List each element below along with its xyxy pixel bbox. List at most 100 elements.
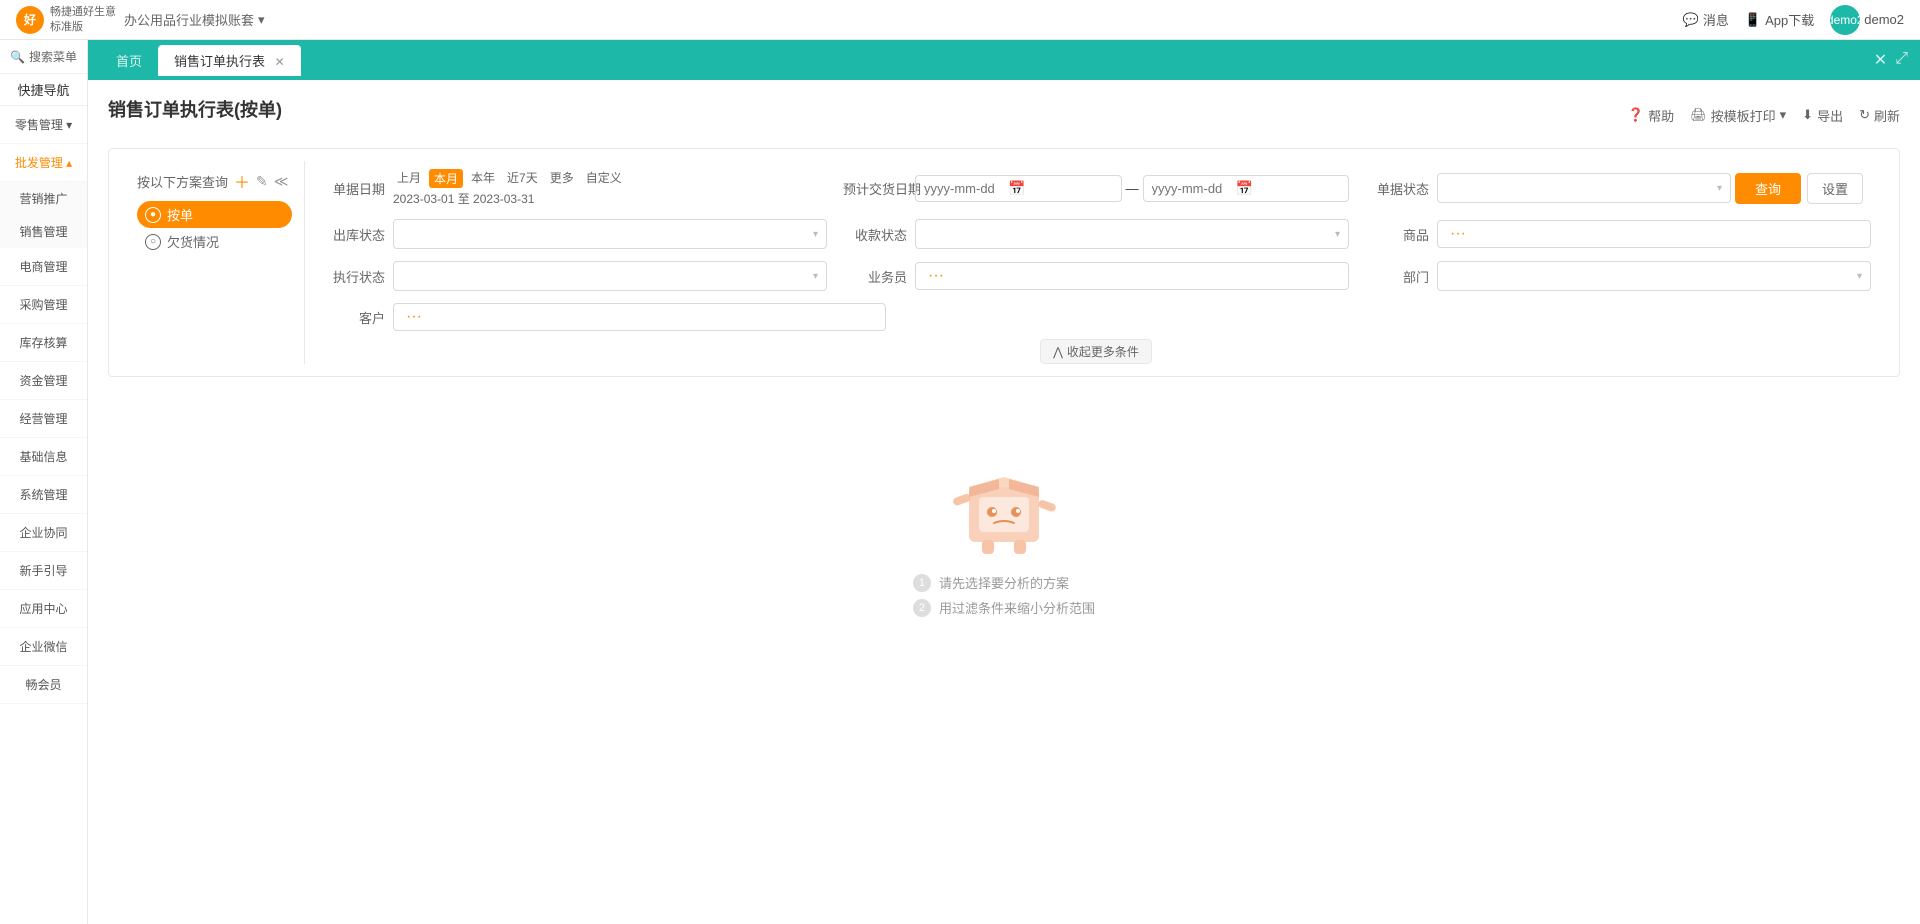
date-start-input[interactable]	[924, 181, 1004, 196]
user-avatar[interactable]: demo2 demo2	[1830, 5, 1904, 35]
collapse-button[interactable]: ⋀ 收起更多条件	[1040, 339, 1152, 364]
sidebar-item-appstore[interactable]: 应用中心	[0, 590, 87, 628]
sidebar-submenu-wholesale: 营销推广 销售管理	[0, 182, 87, 248]
export-button[interactable]: ⬇ 导出	[1802, 106, 1843, 125]
search-icon: 🔍	[10, 50, 25, 64]
filter-row-4: 客户 ···	[321, 303, 1871, 331]
query-button[interactable]: 查询	[1735, 173, 1801, 204]
department-arrow: ▾	[1857, 271, 1862, 282]
calendar-start-icon[interactable]: 📅	[1008, 180, 1025, 197]
receipt-status-label: 收款状态	[843, 225, 915, 244]
empty-hint-2: 2 用过滤条件来缩小分析范围	[913, 598, 1095, 617]
goods-tag-input[interactable]: ···	[1437, 220, 1871, 248]
tab-expand-button[interactable]: ⤢	[1895, 50, 1908, 70]
salesperson-label: 业务员	[843, 267, 915, 286]
query-setting-btns: 查询 设置	[1735, 173, 1863, 204]
goods-dots-icon[interactable]: ···	[1450, 225, 1466, 243]
sidebar-item-guide[interactable]: 新手引导	[0, 552, 87, 590]
out-status-field: 出库状态 ▾	[321, 219, 827, 249]
department-select[interactable]: ▾	[1437, 261, 1871, 291]
doc-status-select[interactable]: ▾	[1437, 173, 1731, 203]
date-btn-last-month[interactable]: 上月	[393, 169, 425, 188]
hint-num-1: 1	[913, 574, 931, 592]
sidebar: 🔍 搜索菜单 快捷导航 零售管理 ▾ 批发管理 ▴ 营销推广 销售管理	[0, 40, 88, 924]
hint-num-2: 2	[913, 599, 931, 617]
refresh-button[interactable]: ↻ 刷新	[1859, 106, 1900, 125]
doc-status-control: ▾ 查询 设置	[1437, 173, 1871, 204]
out-status-control: ▾	[393, 219, 827, 249]
print-icon: 🖨	[1690, 107, 1707, 123]
sidebar-item-retail[interactable]: 零售管理 ▾	[0, 106, 87, 144]
expected-date-field: 预计交货日期 📅 —	[843, 169, 1349, 207]
date-btn-more[interactable]: 更多	[546, 169, 578, 188]
plan-item-debt[interactable]: ○ 欠货情况	[137, 228, 292, 255]
customer-tag-input[interactable]: ···	[393, 303, 886, 331]
expected-date-label: 预计交货日期	[843, 179, 915, 198]
top-bar-right: 💬 消息 📱 App下载 demo2 demo2	[1683, 5, 1904, 35]
out-status-select[interactable]: ▾	[393, 219, 827, 249]
search-menu-button[interactable]: 🔍 搜索菜单	[8, 48, 79, 65]
salesperson-field: 业务员 ···	[843, 261, 1349, 291]
app-logo: 好	[16, 6, 44, 34]
calendar-end-icon[interactable]: 📅	[1236, 180, 1253, 197]
message-button[interactable]: 💬 消息	[1683, 10, 1729, 29]
date-btn-custom[interactable]: 自定义	[582, 169, 626, 188]
receipt-status-select[interactable]: ▾	[915, 219, 1349, 249]
help-icon: ❓	[1628, 107, 1644, 123]
sidebar-item-operations[interactable]: 经营管理	[0, 400, 87, 438]
tab-close-all-button[interactable]: ✕	[1874, 50, 1887, 70]
filter-row-1: 单据日期 上月 本月 本年 近7天 更多 自定义	[321, 169, 1871, 207]
plan-secondary-icon: ○	[145, 234, 161, 250]
date-btn-this-year[interactable]: 本年	[467, 169, 499, 188]
goods-control: ···	[1437, 220, 1871, 248]
top-bar: 好 畅捷通好生意 标准版 办公用品行业模拟账套 ▾ 💬 消息 📱 App下载	[0, 0, 1920, 40]
exec-status-select[interactable]: ▾	[393, 261, 827, 291]
edit-plan-icon[interactable]: ✎	[256, 173, 268, 190]
filter-panel: 按以下方案查询 ＋ ✎ ≪ ● 按单 ○ 欠货情况	[108, 148, 1900, 377]
sidebar-item-ecommerce[interactable]: 电商管理	[0, 248, 87, 286]
sidebar-item-finance[interactable]: 资金管理	[0, 362, 87, 400]
tab-bar: 首页 销售订单执行表 ✕ ✕ ⤢	[88, 40, 1920, 80]
date-range-text: 2023-03-01 至 2023-03-31	[393, 190, 827, 207]
page-title: 销售订单执行表(按单)	[108, 96, 282, 122]
doc-status-arrow: ▾	[1717, 183, 1722, 194]
sidebar-item-wholesale[interactable]: 批发管理 ▴	[0, 144, 87, 182]
app-download-button[interactable]: 📱 App下载	[1745, 10, 1814, 29]
sidebar-item-wechat[interactable]: 企业微信	[0, 628, 87, 666]
tab-home[interactable]: 首页	[100, 45, 158, 76]
receipt-status-control: ▾	[915, 219, 1349, 249]
date-btn-this-month[interactable]: 本月	[429, 169, 463, 188]
exec-status-control: ▾	[393, 261, 827, 291]
tab-sales-exec[interactable]: 销售订单执行表 ✕	[158, 45, 301, 76]
date-btn-7days[interactable]: 近7天	[503, 169, 542, 188]
receipt-status-field: 收款状态 ▾	[843, 219, 1349, 249]
more-plan-icon[interactable]: ≪	[274, 173, 289, 190]
empty-state: 1 请先选择要分析的方案 2 用过滤条件来缩小分析范围	[108, 377, 1900, 703]
sidebar-quick-nav[interactable]: 快捷导航	[0, 74, 87, 106]
sidebar-item-purchase[interactable]: 采购管理	[0, 286, 87, 324]
date-label: 单据日期	[321, 179, 393, 198]
tab-close-icon[interactable]: ✕	[275, 55, 285, 69]
date-end-input[interactable]	[1152, 181, 1232, 196]
date-separator: —	[1126, 181, 1139, 196]
sidebar-item-member[interactable]: 畅会员	[0, 666, 87, 704]
salesperson-tag-input[interactable]: ···	[915, 262, 1349, 290]
customer-dots-icon[interactable]: ···	[406, 308, 422, 326]
content-area: 首页 销售订单执行表 ✕ ✕ ⤢ 销售订单执行表(按单) ❓	[88, 40, 1920, 924]
setting-button[interactable]: 设置	[1807, 173, 1863, 204]
help-button[interactable]: ❓ 帮助	[1628, 106, 1674, 125]
breadcrumb[interactable]: 办公用品行业模拟账套 ▾	[124, 10, 265, 29]
print-button[interactable]: 🖨 按模板打印 ▾	[1690, 106, 1786, 125]
empty-illustration	[944, 457, 1064, 557]
sidebar-item-system[interactable]: 系统管理	[0, 476, 87, 514]
sidebar-item-basic[interactable]: 基础信息	[0, 438, 87, 476]
sidebar-item-inventory[interactable]: 库存核算	[0, 324, 87, 362]
salesperson-dots-icon[interactable]: ···	[928, 267, 944, 285]
add-plan-button[interactable]: ＋	[234, 169, 250, 193]
sidebar-item-cooperation[interactable]: 企业协同	[0, 514, 87, 552]
sidebar-item-sales[interactable]: 销售管理	[0, 215, 87, 248]
plan-item-press[interactable]: ● 按单	[137, 201, 292, 228]
sidebar-item-marketing[interactable]: 营销推广	[0, 182, 87, 215]
expected-date-control: 📅 — 📅	[915, 175, 1349, 202]
goods-field: 商品 ···	[1365, 219, 1871, 249]
